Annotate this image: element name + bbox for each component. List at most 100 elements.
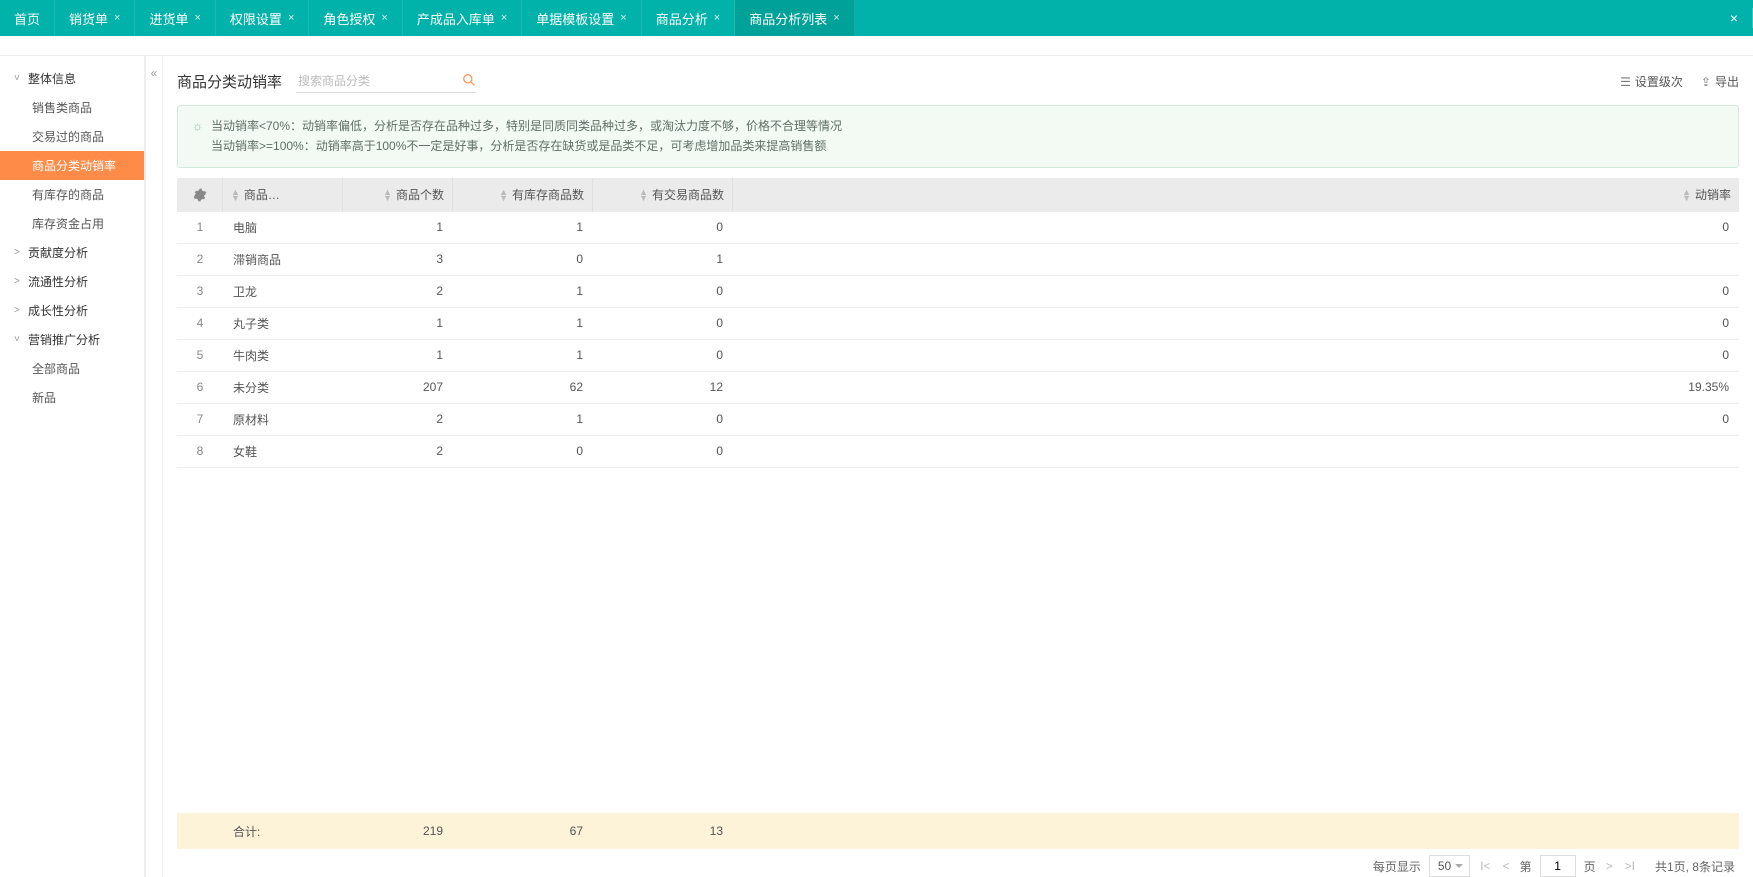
sidebar-group[interactable]: ˅营销推广分析: [0, 325, 144, 354]
table: ▲▼商品… ▲▼商品个数 ▲▼有库存商品数 ▲▼有交易商品数 ▲▼动销率 1电脑…: [177, 178, 1739, 877]
sidebar-group[interactable]: ˅整体信息: [0, 64, 144, 93]
page-suffix: 页: [1584, 858, 1596, 875]
list-icon: ☰: [1620, 75, 1631, 89]
table-row[interactable]: 2滞销商品301: [177, 244, 1739, 276]
close-icon[interactable]: ×: [501, 12, 507, 24]
table-body: 1电脑11002滞销商品3013卫龙21004丸子类11005牛肉类11006未…: [177, 212, 1739, 813]
table-totals: 合计: 219 67 13: [177, 813, 1739, 849]
set-level-label: 设置级次: [1635, 73, 1683, 90]
table-row[interactable]: 5牛肉类1100: [177, 340, 1739, 372]
cell-rate: 19.35%: [733, 372, 1739, 403]
cell-stock: 1: [453, 404, 593, 435]
sidebar-group[interactable]: > 流通性分析: [0, 267, 144, 296]
cell-index: 4: [177, 308, 223, 339]
tab-5[interactable]: 产成品入库单×: [403, 0, 522, 36]
cell-name: 滞销商品: [223, 244, 343, 275]
tab-2[interactable]: 进货单 ×: [135, 0, 215, 36]
export-button[interactable]: ⇪ 导出: [1701, 73, 1739, 90]
first-page-icon[interactable]: I<: [1478, 859, 1492, 873]
close-icon[interactable]: ×: [381, 12, 387, 24]
sidebar-group[interactable]: >成长性分析: [0, 296, 144, 325]
search-icon[interactable]: [462, 73, 476, 90]
search-input[interactable]: [296, 70, 462, 92]
app-close-icon[interactable]: ×: [1716, 0, 1752, 36]
prev-page-icon[interactable]: <: [1501, 859, 1512, 873]
cell-stock: 1: [453, 308, 593, 339]
sidebar-item[interactable]: 有库存的商品: [0, 180, 144, 209]
collapse-icon[interactable]: «: [151, 66, 158, 80]
col-count[interactable]: ▲▼商品个数: [343, 178, 453, 212]
set-level-button[interactable]: ☰ 设置级次: [1620, 73, 1683, 90]
cell-name: 丸子类: [223, 308, 343, 339]
sidebar-group[interactable]: >贡献度分析: [0, 238, 144, 267]
tab-label: 进货单: [149, 9, 188, 28]
search-box: [296, 70, 476, 93]
sidebar-item[interactable]: 全部商品: [0, 354, 144, 383]
per-page-select[interactable]: 50: [1429, 855, 1470, 877]
export-label: 导出: [1715, 73, 1739, 90]
tab-3[interactable]: 权限设置×: [216, 0, 309, 36]
chevron-right-icon: >: [14, 276, 24, 287]
tab-8[interactable]: 商品分析列表 ×: [735, 0, 854, 36]
sidebar-item[interactable]: 新品: [0, 383, 144, 412]
cell-index: 6: [177, 372, 223, 403]
table-row[interactable]: 1电脑1100: [177, 212, 1739, 244]
close-icon[interactable]: ×: [714, 12, 720, 24]
sidebar: ˅整体信息销售类商品交易过的商品商品分类动销率有库存的商品库存资金占用>贡献度分…: [0, 56, 145, 877]
table-row[interactable]: 3卫龙2100: [177, 276, 1739, 308]
close-icon[interactable]: ×: [114, 12, 120, 24]
bulb-icon: ☼: [192, 116, 203, 157]
total-stock: 67: [453, 813, 593, 849]
tab-4[interactable]: 角色授权×: [309, 0, 402, 36]
col-rate[interactable]: ▲▼动销率: [733, 178, 1739, 212]
cell-count: 2: [343, 276, 453, 307]
col-name[interactable]: ▲▼商品…: [223, 178, 343, 212]
page-title: 商品分类动销率: [177, 71, 282, 92]
chevron-down-icon: ˅: [14, 334, 24, 345]
col-trade[interactable]: ▲▼有交易商品数: [593, 178, 733, 212]
cell-count: 207: [343, 372, 453, 403]
table-row[interactable]: 4丸子类1100: [177, 308, 1739, 340]
cell-stock: 1: [453, 212, 593, 243]
cell-stock: 62: [453, 372, 593, 403]
close-icon[interactable]: ×: [288, 12, 294, 24]
sidebar-item[interactable]: 销售类商品: [0, 93, 144, 122]
tab-7[interactable]: 商品分析×: [642, 0, 735, 36]
tab-1[interactable]: 销货单×: [55, 0, 135, 36]
page-input[interactable]: [1540, 855, 1576, 877]
sidebar-item[interactable]: 库存资金占用: [0, 209, 144, 238]
cell-count: 2: [343, 404, 453, 435]
sidebar-group-label: 流通性分析: [28, 273, 88, 290]
top-tabs: 首页销货单×进货单×权限设置×角色授权×产成品入库单×单据模板设置×商品分析×商…: [0, 0, 1753, 36]
info-alert: ☼ 当动销率<70%：动销率偏低，分析是否存在品种过多，特别是同质同类品种过多，…: [177, 105, 1739, 168]
table-row[interactable]: 7原材料2100: [177, 404, 1739, 436]
tab-label: 首页: [14, 9, 40, 28]
cell-count: 1: [343, 212, 453, 243]
cell-trade: 0: [593, 276, 733, 307]
gear-icon[interactable]: [177, 178, 223, 212]
last-page-icon[interactable]: >I: [1623, 859, 1637, 873]
total-count: 219: [343, 813, 453, 849]
cell-count: 1: [343, 308, 453, 339]
cell-trade: 0: [593, 404, 733, 435]
content: 商品分类动销率 ☰ 设置级次 ⇪ 导出 ☼ 当动销率<70%：动销率偏低，分析是…: [163, 56, 1753, 877]
cell-stock: 1: [453, 276, 593, 307]
tab-6[interactable]: 单据模板设置 ×: [522, 0, 641, 36]
close-icon[interactable]: ×: [833, 12, 839, 24]
close-icon[interactable]: ×: [194, 12, 200, 24]
sidebar-item[interactable]: 商品分类动销率: [0, 151, 144, 180]
sidebar-item[interactable]: 交易过的商品: [0, 122, 144, 151]
next-page-icon[interactable]: >: [1604, 859, 1615, 873]
close-icon[interactable]: ×: [620, 12, 626, 24]
tab-label: 单据模板设置: [536, 9, 614, 28]
table-row[interactable]: 6未分类207621219.35%: [177, 372, 1739, 404]
cell-index: 3: [177, 276, 223, 307]
table-row[interactable]: 8女鞋200: [177, 436, 1739, 468]
per-page-label: 每页显示: [1373, 858, 1421, 875]
cell-index: 7: [177, 404, 223, 435]
col-stock[interactable]: ▲▼有库存商品数: [453, 178, 593, 212]
sidebar-collapse: «: [145, 56, 163, 877]
tab-label: 商品分析列表: [749, 9, 827, 28]
cell-index: 8: [177, 436, 223, 467]
tab-0[interactable]: 首页: [0, 0, 55, 36]
